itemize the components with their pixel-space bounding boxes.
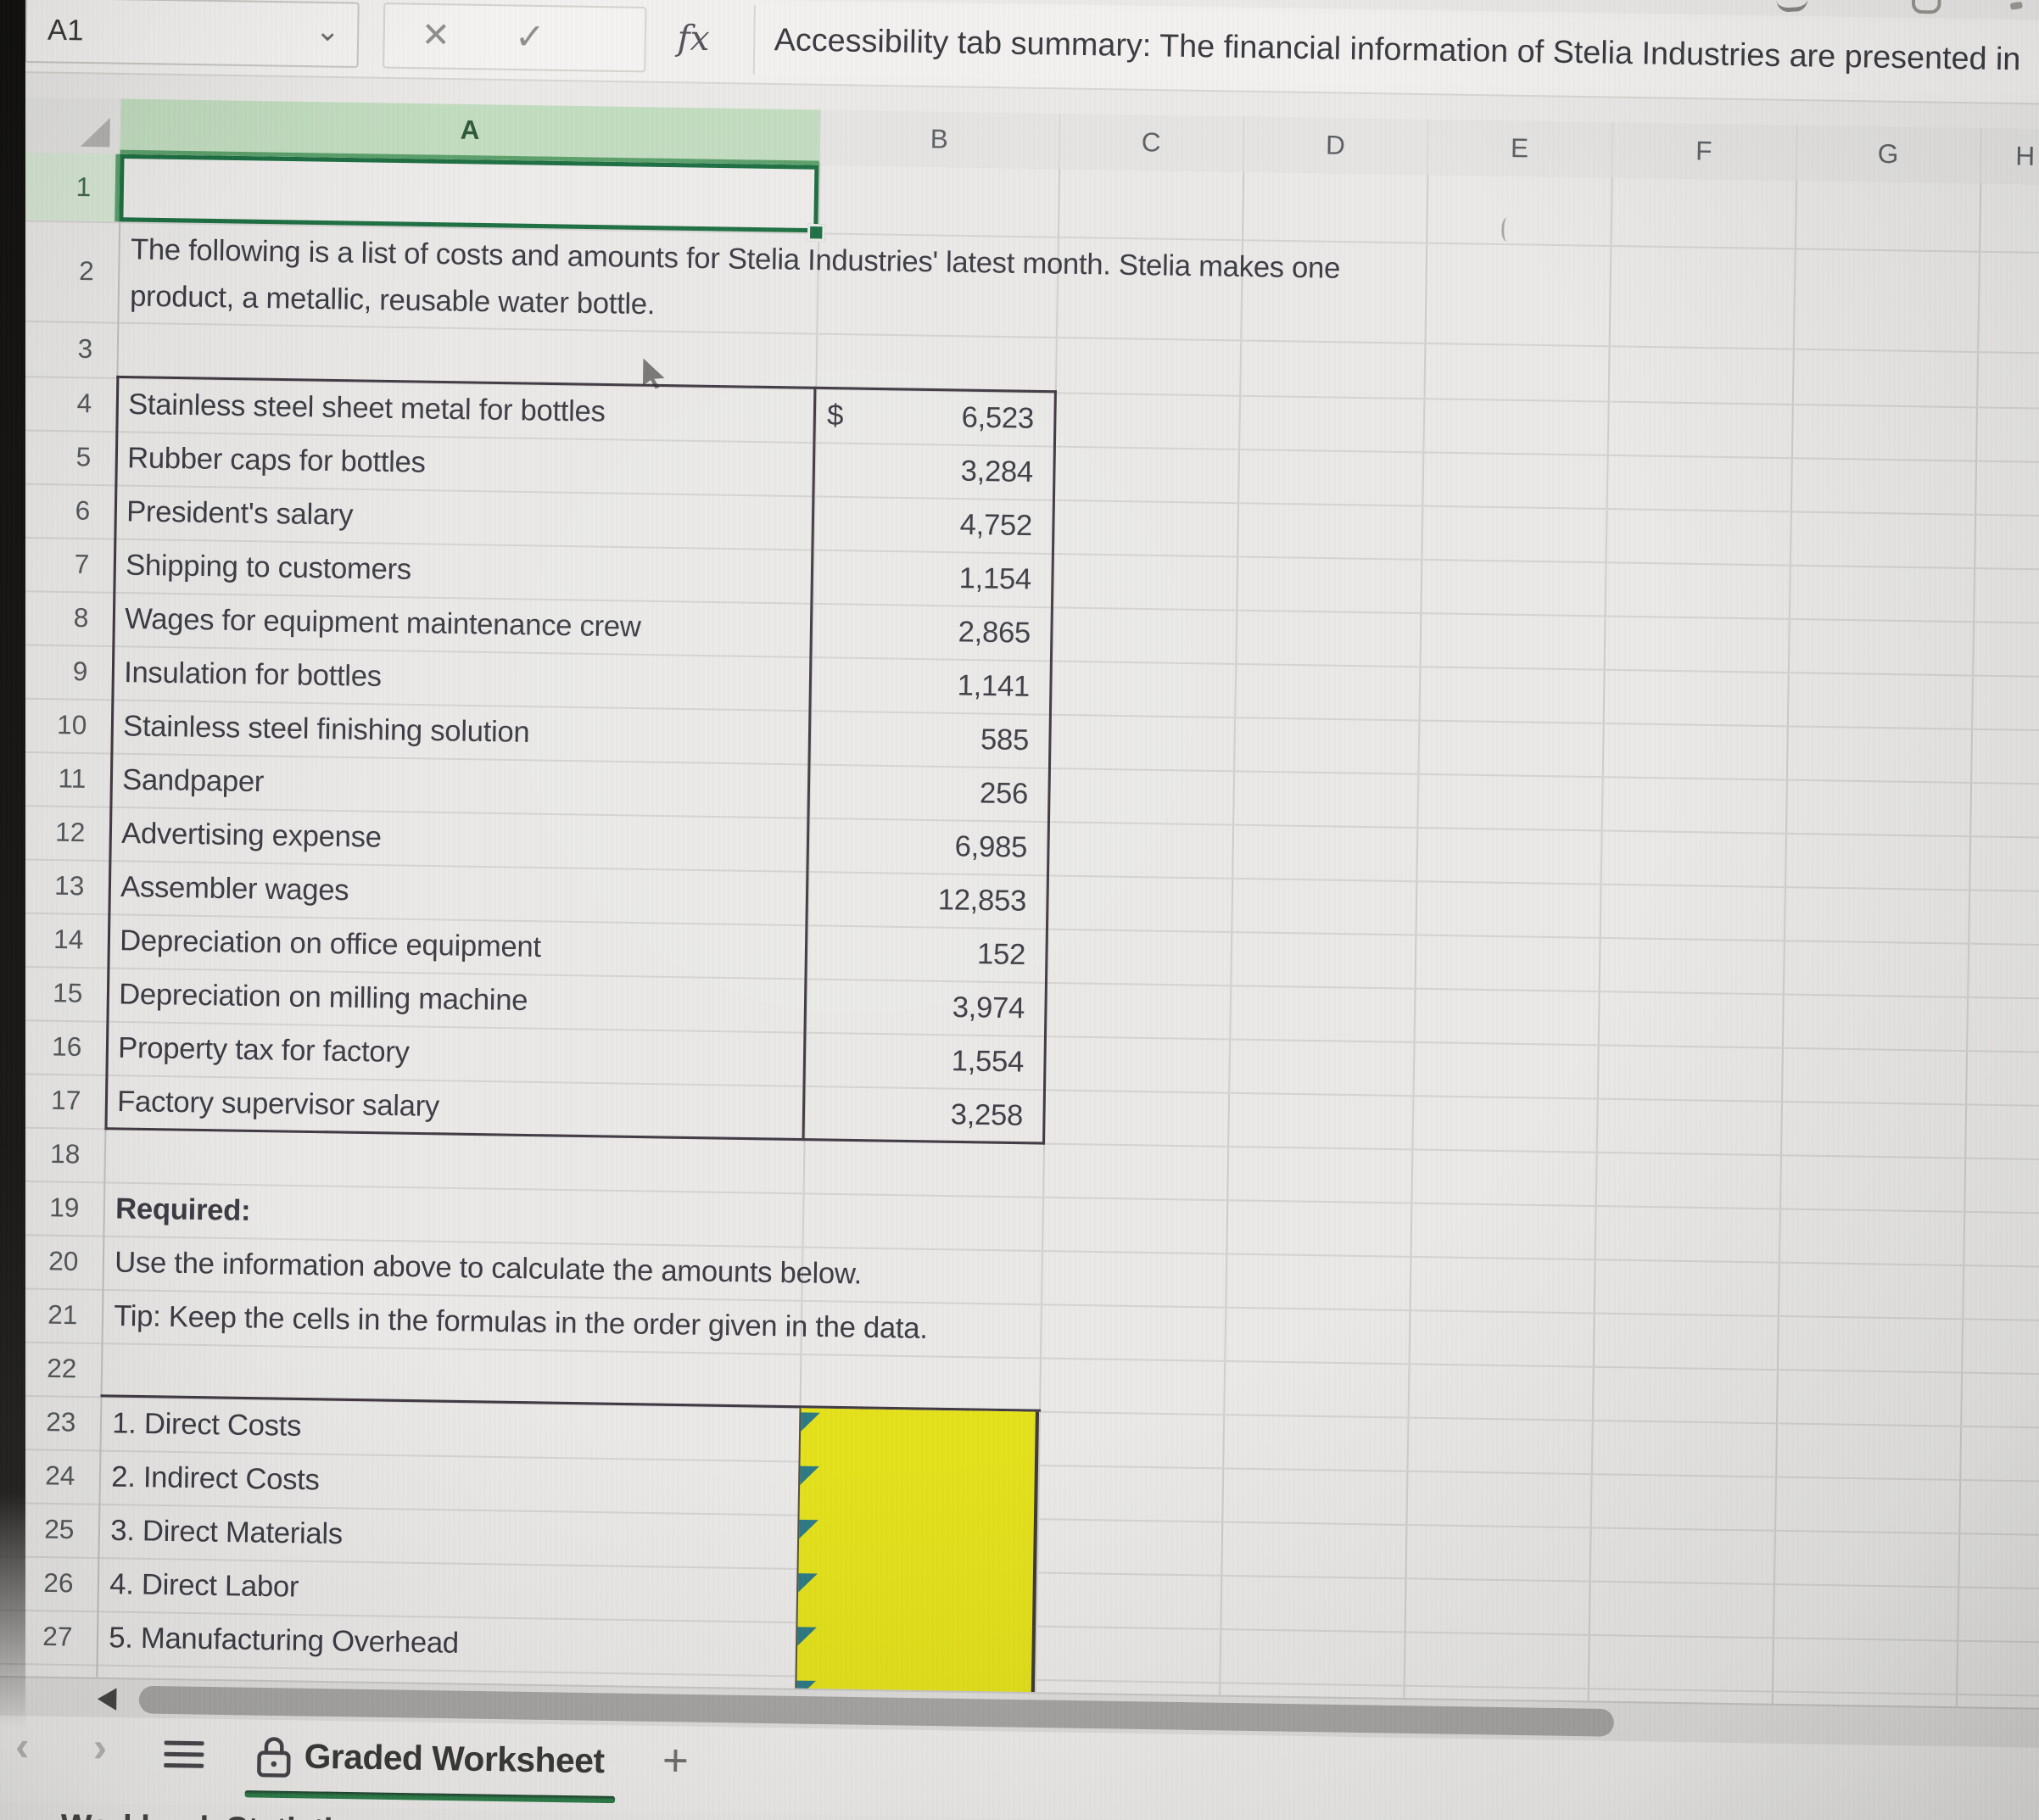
lock-icon — [257, 1737, 291, 1778]
cost-item-value[interactable]: 585 — [824, 711, 1030, 768]
dropdown-marker-icon[interactable] — [798, 1573, 818, 1593]
question-label[interactable]: 2. Indirect Costs — [111, 1450, 320, 1507]
gridline-horizontal — [2, 1180, 2039, 1214]
cost-item-label[interactable]: Assembler wages — [120, 860, 349, 917]
cost-item-value[interactable]: 12,853 — [822, 871, 1027, 928]
monitor-bezel — [0, 0, 25, 1820]
selected-cell-a1[interactable] — [119, 154, 819, 233]
row-header-8[interactable]: 8 — [10, 590, 113, 645]
row-header-4[interactable]: 4 — [14, 376, 116, 431]
cost-item-label[interactable]: Sandpaper — [122, 753, 265, 809]
cost-item-label[interactable]: Depreciation on office equipment — [120, 913, 542, 974]
insert-function-icon[interactable]: fx — [677, 7, 710, 70]
formula-bar: A1 ⌄ ✕ ✓ fx Accessibility tab summary: T… — [0, 0, 2039, 106]
cost-item-value[interactable]: 1,154 — [827, 550, 1032, 606]
dropdown-marker-icon[interactable] — [799, 1519, 818, 1539]
gridline-vertical — [1219, 171, 1245, 1695]
scroll-left-icon[interactable] — [97, 1688, 117, 1711]
chevron-down-icon[interactable]: ⌄ — [315, 3, 340, 66]
gridline-horizontal — [0, 1341, 2039, 1376]
cost-item-value[interactable]: 2,865 — [826, 603, 1031, 660]
name-box[interactable]: A1 ⌄ — [24, 0, 360, 69]
row-header-1[interactable]: 1 — [16, 152, 120, 222]
gridline-vertical — [1587, 177, 1613, 1701]
spreadsheet-photo: A1 ⌄ ✕ ✓ fx Accessibility tab summary: T… — [0, 0, 2039, 1820]
cost-item-label[interactable]: Shipping to customers — [126, 539, 412, 597]
cell-a2-line2[interactable]: product, a metallic, reusable water bott… — [130, 272, 656, 329]
cost-item-value[interactable]: 1,141 — [825, 656, 1031, 713]
photo-artifact — [1501, 217, 1513, 243]
cutoff-glyph-fragment — [2009, 1, 2023, 10]
cost-item-value[interactable]: 3,974 — [820, 979, 1025, 1036]
question-label[interactable]: 3. Direct Materials — [110, 1504, 344, 1561]
formula-text: Accessibility tab summary: The financial… — [774, 21, 2021, 77]
cost-item-value[interactable]: 1,554 — [819, 1032, 1025, 1089]
cost-item-value[interactable]: 6,985 — [823, 818, 1028, 874]
cost-item-value[interactable]: 6,523 — [830, 388, 1035, 445]
column-header-d[interactable]: D — [1243, 116, 1429, 176]
answer-cells[interactable] — [795, 1408, 1040, 1707]
cell-a19-required[interactable]: Required: — [115, 1182, 251, 1238]
next-sheet-icon[interactable]: › — [92, 1724, 107, 1772]
cost-item-value[interactable]: 4,752 — [828, 496, 1033, 553]
gridline-horizontal — [14, 320, 2039, 355]
enter-icon[interactable]: ✓ — [514, 7, 545, 70]
column-header-c[interactable]: C — [1059, 113, 1245, 172]
gridline-vertical — [1403, 174, 1429, 1699]
row-header-6[interactable]: 6 — [12, 483, 115, 538]
column-header-h[interactable]: H — [1980, 127, 2039, 185]
column-header-g[interactable]: G — [1795, 125, 1982, 184]
cost-item-label[interactable]: Property tax for factory — [118, 1021, 410, 1080]
cost-item-label[interactable]: Insulation for bottles — [124, 645, 383, 703]
cost-item-label[interactable]: Rubber caps for bottles — [127, 431, 426, 489]
cost-item-value[interactable]: 3,258 — [818, 1086, 1024, 1142]
cost-item-value[interactable]: 3,284 — [829, 442, 1034, 499]
mouse-cursor — [642, 358, 665, 389]
gridline-vertical — [1955, 183, 1982, 1707]
dropdown-marker-icon[interactable] — [801, 1412, 820, 1432]
column-header-b[interactable]: B — [818, 109, 1061, 170]
cost-item-value[interactable]: 256 — [824, 764, 1029, 821]
tab-graded-worksheet[interactable]: Graded Worksheet — [304, 1721, 605, 1798]
cost-item-label[interactable]: Stainless steel finishing solution — [123, 700, 530, 760]
sheet-grid: 1 2 3 4 5 6 7 8 9 10 11 12 13 14 15 16 17 18 19 20 21 22 23 24 2… — [0, 152, 2039, 1710]
question-label[interactable]: 5. Manufacturing Overhead — [109, 1611, 460, 1670]
question-label[interactable]: 1. Direct Costs — [112, 1397, 302, 1454]
cost-item-label[interactable]: Stainless steel sheet metal for bottles — [128, 377, 606, 438]
cost-item-label[interactable]: Depreciation on milling machine — [119, 968, 528, 1028]
cutoff-glyph-fragment — [1776, 0, 1808, 13]
row-header-5[interactable]: 5 — [13, 429, 115, 484]
excel-window: A1 ⌄ ✕ ✓ fx Accessibility tab summary: T… — [0, 0, 2039, 1820]
row-header-7[interactable]: 7 — [11, 537, 114, 592]
cell-reference: A1 — [47, 14, 84, 47]
gridline-vertical — [1771, 180, 1798, 1704]
cost-item-value[interactable]: 152 — [821, 924, 1026, 981]
cutoff-glyph-fragment — [1911, 0, 1941, 14]
sheet-list-menu-icon[interactable] — [164, 1740, 204, 1775]
question-label[interactable]: 4. Direct Labor — [109, 1557, 299, 1614]
fill-handle[interactable] — [807, 223, 825, 242]
add-sheet-icon[interactable]: + — [662, 1726, 689, 1799]
cost-item-label[interactable]: Wages for equipment maintenance crew — [125, 592, 641, 654]
dropdown-marker-icon[interactable] — [800, 1465, 819, 1486]
cost-item-label[interactable]: Advertising expense — [121, 807, 382, 864]
row-header-3[interactable]: 3 — [14, 321, 117, 377]
row-header-2[interactable]: 2 — [15, 220, 119, 321]
cost-item-label[interactable]: President's salary — [126, 485, 354, 542]
select-all-icon — [80, 117, 110, 148]
dropdown-marker-icon[interactable] — [797, 1627, 817, 1647]
cancel-icon[interactable]: ✕ — [421, 5, 450, 68]
formula-input[interactable]: Accessibility tab summary: The financial… — [752, 4, 2039, 95]
cost-item-label[interactable]: Factory supervisor salary — [117, 1075, 440, 1133]
workbook-statistics-label[interactable]: Workbook Statistics — [60, 1808, 368, 1820]
column-header-e[interactable]: E — [1427, 119, 1613, 178]
column-header-f[interactable]: F — [1611, 122, 1798, 181]
formula-buttons: ✕ ✓ — [383, 3, 647, 73]
